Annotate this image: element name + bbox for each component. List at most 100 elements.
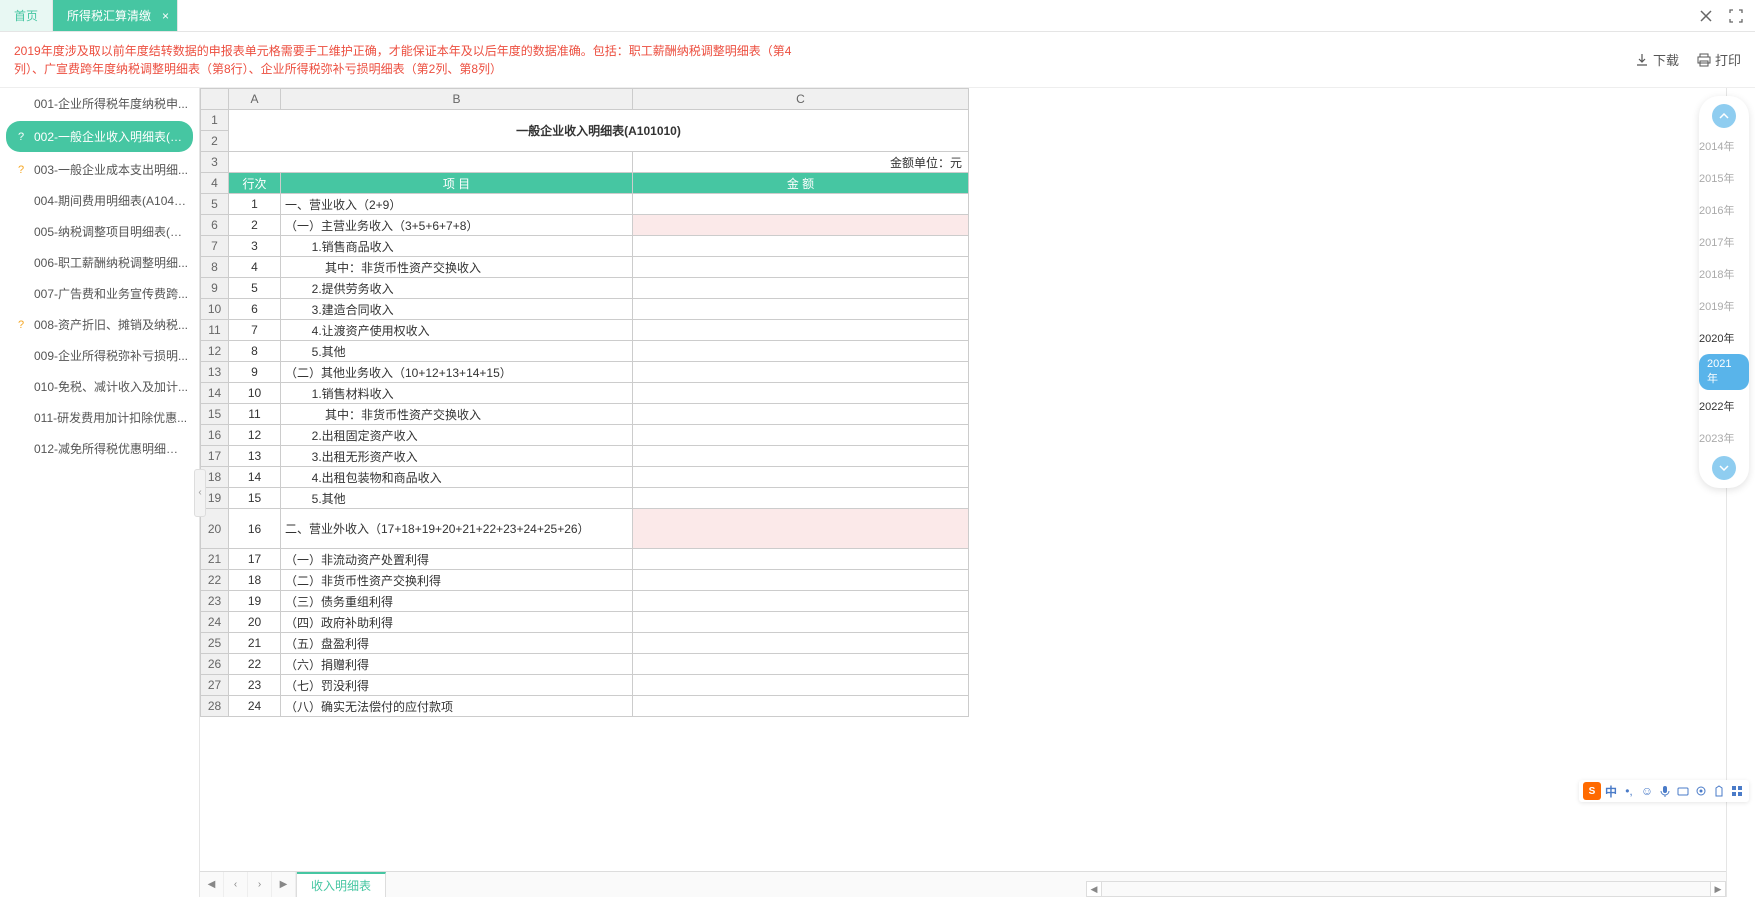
hscroll-right[interactable]: ▶ — [1710, 881, 1726, 897]
item-cell[interactable]: 1.销售材料收入 — [281, 383, 633, 404]
year-item[interactable]: 2022年 — [1699, 390, 1749, 422]
ime-punctuation-icon[interactable]: •, — [1621, 783, 1637, 799]
sidebar-item[interactable]: 007-广告费和业务宣传费跨... — [0, 278, 199, 309]
amount-cell[interactable] — [633, 362, 969, 383]
row-header[interactable]: 23 — [201, 591, 229, 612]
ime-lang-toggle[interactable]: 中 — [1603, 783, 1619, 799]
ime-toolbar[interactable]: S 中 •, ☺ — [1579, 780, 1749, 802]
row-header[interactable]: 27 — [201, 675, 229, 696]
row-header[interactable]: 12 — [201, 341, 229, 362]
amount-cell[interactable] — [633, 194, 969, 215]
row-number-cell[interactable]: 13 — [229, 446, 281, 467]
item-cell[interactable]: （三）债务重组利得 — [281, 591, 633, 612]
header-rowno[interactable]: 行次 — [229, 173, 281, 194]
row-header[interactable]: 28 — [201, 696, 229, 717]
row-header[interactable]: 17 — [201, 446, 229, 467]
amount-cell[interactable] — [633, 383, 969, 404]
sheet-scroll-area[interactable]: A B C 1 一般企业收入明细表(A101010) 2 3 金额单位：元 — [200, 88, 1726, 871]
sidebar-item[interactable]: 006-职工薪酬纳税调整明细... — [0, 247, 199, 278]
item-cell[interactable]: （四）政府补助利得 — [281, 612, 633, 633]
item-cell[interactable]: 一、营业收入（2+9） — [281, 194, 633, 215]
item-cell[interactable]: 3.出租无形资产收入 — [281, 446, 633, 467]
year-item[interactable]: 2019年 — [1699, 290, 1749, 322]
ime-logo-icon[interactable]: S — [1583, 782, 1601, 800]
col-header-c[interactable]: C — [633, 89, 969, 110]
row-header[interactable]: 16 — [201, 425, 229, 446]
row-header[interactable]: 1 — [201, 110, 229, 131]
horizontal-scrollbar[interactable]: ◀ ▶ — [1086, 881, 1726, 897]
col-header-a[interactable]: A — [229, 89, 281, 110]
row-number-cell[interactable]: 9 — [229, 362, 281, 383]
row-header[interactable]: 3 — [201, 152, 229, 173]
header-amount[interactable]: 金 额 — [633, 173, 969, 194]
amount-cell[interactable] — [633, 257, 969, 278]
row-header[interactable]: 14 — [201, 383, 229, 404]
item-cell[interactable]: 其中：非货币性资产交换收入 — [281, 404, 633, 425]
row-header[interactable]: 10 — [201, 299, 229, 320]
row-header[interactable]: 22 — [201, 570, 229, 591]
item-cell[interactable]: 二、营业外收入（17+18+19+20+21+22+23+24+25+26） — [281, 509, 633, 549]
sidebar-collapse-button[interactable]: ‹ — [194, 469, 206, 517]
item-cell[interactable]: 4.出租包装物和商品收入 — [281, 467, 633, 488]
item-cell[interactable]: 2.出租固定资产收入 — [281, 425, 633, 446]
year-item[interactable]: 2023年 — [1699, 422, 1749, 454]
amount-cell[interactable] — [633, 488, 969, 509]
row-number-cell[interactable]: 4 — [229, 257, 281, 278]
year-item[interactable]: 2020年 — [1699, 322, 1749, 354]
row-number-cell[interactable]: 6 — [229, 299, 281, 320]
amount-cell[interactable] — [633, 570, 969, 591]
row-header[interactable]: 11 — [201, 320, 229, 341]
download-button[interactable]: 下载 — [1635, 50, 1679, 69]
row-number-cell[interactable]: 8 — [229, 341, 281, 362]
item-cell[interactable]: 5.其他 — [281, 341, 633, 362]
row-header[interactable]: 13 — [201, 362, 229, 383]
close-icon[interactable]: × — [162, 9, 169, 23]
fullscreen-button[interactable] — [1725, 5, 1747, 27]
row-number-cell[interactable]: 16 — [229, 509, 281, 549]
row-header[interactable]: 24 — [201, 612, 229, 633]
row-number-cell[interactable]: 2 — [229, 215, 281, 236]
year-down-button[interactable] — [1712, 456, 1736, 480]
item-cell[interactable]: （六）捐赠利得 — [281, 654, 633, 675]
unit-label[interactable]: 金额单位：元 — [633, 152, 969, 173]
hscroll-left[interactable]: ◀ — [1086, 881, 1102, 897]
grid-corner[interactable] — [201, 89, 229, 110]
item-cell[interactable]: （八）确实无法偿付的应付款项 — [281, 696, 633, 717]
amount-cell[interactable] — [633, 675, 969, 696]
sidebar-item[interactable]: 001-企业所得税年度纳税申... — [0, 88, 199, 119]
item-cell[interactable]: 3.建造合同收入 — [281, 299, 633, 320]
amount-cell[interactable] — [633, 612, 969, 633]
row-header[interactable]: 7 — [201, 236, 229, 257]
blank-cell[interactable] — [229, 152, 633, 173]
amount-cell[interactable] — [633, 425, 969, 446]
print-button[interactable]: 打印 — [1697, 50, 1741, 69]
row-number-cell[interactable]: 23 — [229, 675, 281, 696]
amount-cell[interactable] — [633, 591, 969, 612]
sheet-title[interactable]: 一般企业收入明细表(A101010) — [229, 110, 969, 152]
row-header[interactable]: 26 — [201, 654, 229, 675]
row-header[interactable]: 15 — [201, 404, 229, 425]
row-number-cell[interactable]: 19 — [229, 591, 281, 612]
row-number-cell[interactable]: 18 — [229, 570, 281, 591]
sidebar-item[interactable]: 012-减免所得税优惠明细表(... — [0, 433, 199, 464]
item-cell[interactable]: 1.销售商品收入 — [281, 236, 633, 257]
row-number-cell[interactable]: 12 — [229, 425, 281, 446]
row-header[interactable]: 2 — [201, 131, 229, 152]
sheet-nav-first[interactable]: ◀ — [200, 872, 224, 897]
row-number-cell[interactable]: 22 — [229, 654, 281, 675]
year-item[interactable]: 2016年 — [1699, 194, 1749, 226]
row-number-cell[interactable]: 21 — [229, 633, 281, 654]
tab-home[interactable]: 首页 — [0, 0, 53, 31]
year-item[interactable]: 2014年 — [1699, 130, 1749, 162]
row-header[interactable]: 4 — [201, 173, 229, 194]
year-item[interactable]: 2017年 — [1699, 226, 1749, 258]
window-close-button[interactable] — [1695, 5, 1717, 27]
sheet-nav-next[interactable]: › — [248, 872, 272, 897]
sheet-tab-active[interactable]: 收入明细表 — [297, 872, 386, 897]
amount-cell[interactable] — [633, 236, 969, 257]
amount-cell[interactable] — [633, 215, 969, 236]
sidebar-item[interactable]: 004-期间费用明细表(A1040... — [0, 185, 199, 216]
row-header[interactable]: 5 — [201, 194, 229, 215]
row-number-cell[interactable]: 14 — [229, 467, 281, 488]
ime-emoji-icon[interactable]: ☺ — [1639, 783, 1655, 799]
